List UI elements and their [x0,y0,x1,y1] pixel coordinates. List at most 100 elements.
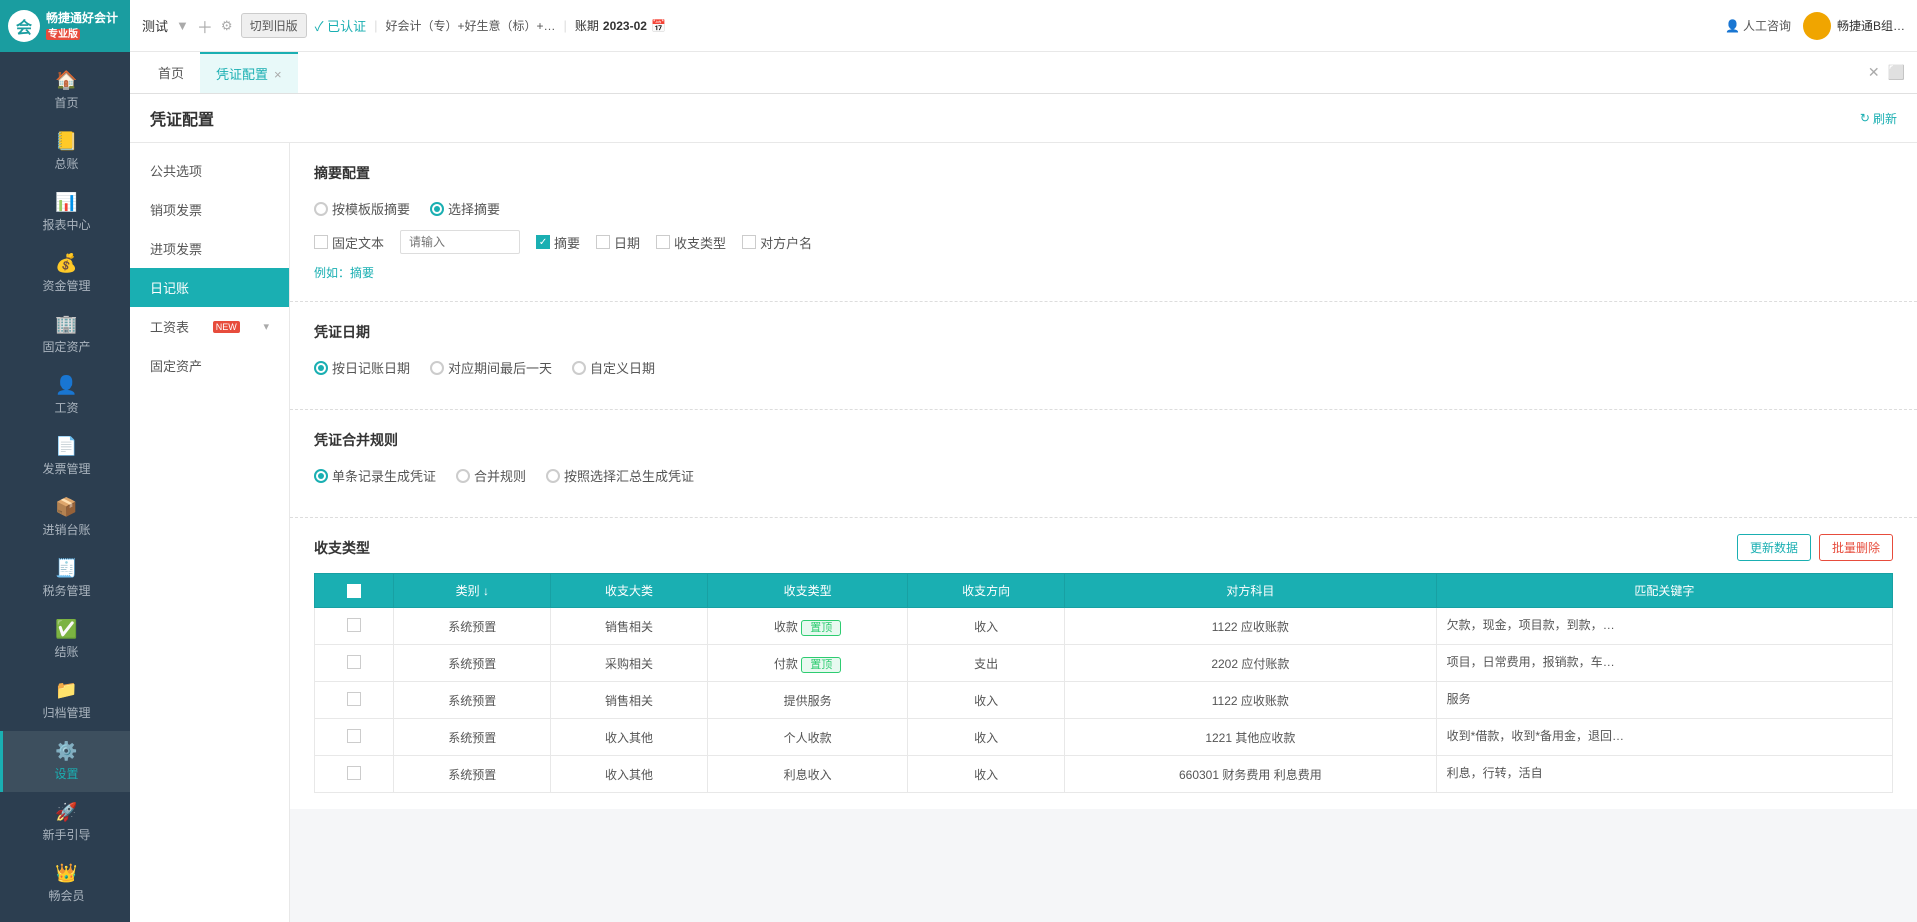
sidebar-item-assets[interactable]: 🏢固定资产 [0,304,130,365]
type-tag-0[interactable]: 置顶 [801,620,841,636]
radio-template-summary[interactable]: 按模板版摘要 [314,199,410,218]
radio-select-total[interactable]: 按照选择汇总生成凭证 [546,466,694,485]
window-expand-icon[interactable]: ⬜ [1888,64,1905,81]
select-all-checkbox[interactable] [347,584,361,598]
update-data-button[interactable]: 更新数据 [1737,534,1811,561]
company-dropdown-icon[interactable]: ▼ [176,18,189,33]
checkbox-counterpart[interactable]: 对方户名 [742,233,812,252]
sidebar-item-tax[interactable]: 🧾 税务管理 [0,548,130,609]
row-checkbox-3[interactable] [315,719,394,756]
sidebar-item-label: 资金管理 [42,277,90,294]
fixed-text-input[interactable] [400,230,520,254]
row-type-3: 个人收款 [707,719,908,756]
sidebar-item-guide[interactable]: 🚀新手引导 [0,792,130,853]
row-checkbox-1[interactable] [315,645,394,682]
row-major-type-4: 收入其他 [551,756,708,793]
sidebar-item-salary[interactable]: 👤工资 [0,365,130,426]
checkbox-box-date [596,235,610,249]
radio-custom-date[interactable]: 自定义日期 [572,358,655,377]
type-tag-1[interactable]: 置顶 [801,657,841,673]
table-body: 系统预置 销售相关 收款 置顶 收入 1122 应收账款 欠款，现金，项目款，到… [315,608,1893,793]
topbar-right: 👤 人工咨询 畅捷通B组… [1725,12,1905,40]
summary-section-title: 摘要配置 [314,163,1893,183]
left-nav-item-journal[interactable]: 日记账 [130,268,289,307]
refresh-button[interactable]: ↻ 刷新 [1860,110,1897,127]
left-nav-item-sales[interactable]: 销项发票 [130,190,289,229]
sidebar-item-funds[interactable]: 💰资金管理 [0,243,130,304]
row-account-1: 2202 应付账款 [1065,645,1437,682]
main-wrapper: 测试 ▼ ＋ ⚙ 切到旧版 ✓ 已认证 | 好会计（专）+好生意（标）+… | … [130,0,1917,922]
row-keywords-1: 项目，日常费用，报销款，车费，承兑汇票，付款 [1436,645,1892,682]
radio-dot-template [314,202,328,216]
row-category-0: 系统预置 [394,608,551,645]
summary-section: 摘要配置 按模板版摘要 选择摘要 [290,143,1917,302]
checkbox-fixed-text[interactable]: 固定文本 [314,233,384,252]
reports-icon: 📊 [55,192,77,213]
sidebar-item-label: 发票管理 [42,460,90,477]
help-icon: 👤 [1725,19,1740,33]
sidebar-item-label: 报表中心 [42,216,90,233]
logo-text: 畅捷通好会计 专业版 [46,11,118,40]
radio-journal-date[interactable]: 按日记账日期 [314,358,410,377]
checkbox-date[interactable]: 日期 [596,233,640,252]
radio-merge-rule[interactable]: 合并规则 [456,466,526,485]
sidebar-item-member[interactable]: 👑畅会员 [0,853,130,914]
calendar-icon[interactable]: 📅 [651,19,666,33]
tax-icon: 🧾 [55,558,77,579]
sidebar-item-home[interactable]: 🏠首页 [0,60,130,121]
row-category-2: 系统预置 [394,682,551,719]
left-nav-item-public[interactable]: 公共选项 [130,151,289,190]
sidebar-item-label: 税务管理 [42,582,90,599]
checkbox-summary[interactable]: ✓ 摘要 [536,233,580,252]
sidebar-item-settlement[interactable]: ✅结账 [0,609,130,670]
tab-label: 首页 [158,66,184,81]
help-button[interactable]: 👤 人工咨询 [1725,17,1791,34]
checkbox-box-summary: ✓ [536,235,550,249]
row-account-0: 1122 应收账款 [1065,608,1437,645]
batch-delete-button[interactable]: 批量删除 [1819,534,1893,561]
row-direction-2: 收入 [908,682,1065,719]
table-th-3: 收支类型 [707,574,908,608]
table-header-row: 收支类型 更新数据 批量删除 [314,534,1893,561]
sidebar-item-settings[interactable]: ⚙️设置 [0,731,130,792]
sidebar-item-label: 首页 [54,94,78,111]
assets-icon: 🏢 [55,314,77,335]
row-checkbox-2[interactable] [315,682,394,719]
company-name: 测试 [142,16,168,35]
tab-voucher-config[interactable]: 凭证配置× [200,52,298,93]
radio-period-last[interactable]: 对应期间最后一天 [430,358,552,377]
radio-dot-period-last [430,361,444,375]
sidebar-item-archive[interactable]: 📁归档管理 [0,670,130,731]
logo: 会 畅捷通好会计 专业版 [0,0,130,52]
left-nav-label: 工资表 [150,317,189,336]
sidebar-item-ledger[interactable]: 📒总账 [0,121,130,182]
row-account-4: 660301 财务费用 利息费用 [1065,756,1437,793]
checkbox-box-fixed [314,235,328,249]
gear-icon[interactable]: ⚙ [221,18,233,34]
row-checkbox-0[interactable] [315,608,394,645]
switch-old-version-button[interactable]: 切到旧版 [241,13,307,38]
row-major-type-2: 销售相关 [551,682,708,719]
payment-type-section: 收支类型 更新数据 批量删除 类别 ↓收支大类收支类型收支方向对方科目匹配关键字 [290,518,1917,809]
left-nav-label: 日记账 [150,281,189,296]
page-title: 凭证配置 [150,106,214,130]
user-menu[interactable]: 畅捷通B组… [1803,12,1905,40]
add-icon[interactable]: ＋ [197,14,213,38]
tab-close-icon[interactable]: × [274,67,282,82]
window-close-icon[interactable]: ✕ [1868,64,1880,81]
radio-select-summary[interactable]: 选择摘要 [430,199,500,218]
left-nav-item-purchase_inv[interactable]: 进项发票 [130,229,289,268]
row-account-2: 1122 应收账款 [1065,682,1437,719]
radio-single-record[interactable]: 单条记录生成凭证 [314,466,436,485]
purchase-icon: 📦 [55,497,77,518]
sidebar-item-invoice[interactable]: 📄发票管理 [0,426,130,487]
row-checkbox-4[interactable] [315,756,394,793]
checkbox-type[interactable]: 收支类型 [656,233,726,252]
sidebar-item-reports[interactable]: 📊 报表中心 [0,182,130,243]
sidebar-item-purchase[interactable]: 📦进销台账 [0,487,130,548]
left-nav-item-fixed_assets[interactable]: 固定资产 [130,346,289,385]
table-th-2: 收支大类 [551,574,708,608]
left-nav-item-payroll[interactable]: 工资表NEW▾ [130,307,289,346]
tab-home[interactable]: 首页 [142,53,200,92]
sidebar-item-label: 结账 [54,643,78,660]
